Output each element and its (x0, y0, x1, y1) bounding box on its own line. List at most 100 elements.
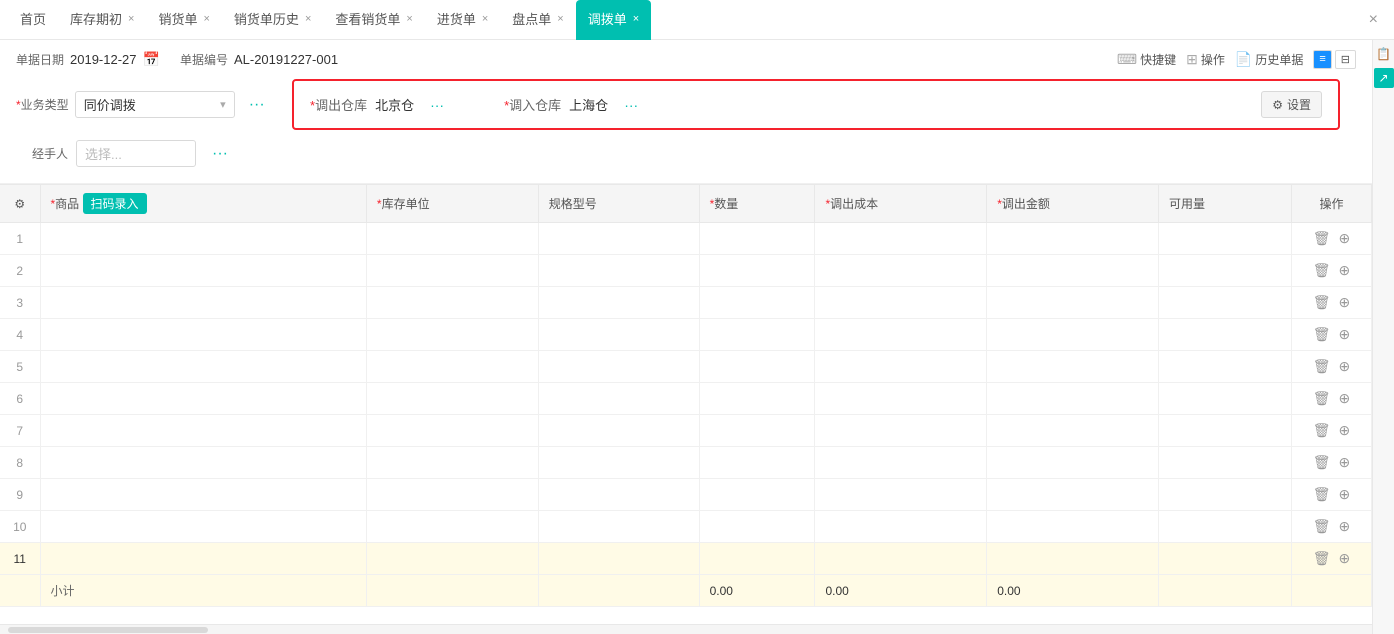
cell-spec[interactable] (538, 447, 699, 479)
copy-icon[interactable]: ⊕ (1339, 294, 1351, 311)
cell-qty[interactable] (699, 255, 815, 287)
cell-qty[interactable] (699, 223, 815, 255)
delete-icon[interactable]: 🗑 (1313, 390, 1331, 407)
cell-unit[interactable] (366, 511, 538, 543)
copy-icon[interactable]: ⊕ (1339, 262, 1351, 279)
copy-icon[interactable]: ⊕ (1339, 550, 1351, 567)
settings-button[interactable]: ⚙ 设置 (1261, 91, 1322, 118)
layout-btn-1[interactable]: ≡ (1313, 50, 1331, 69)
cell-unit[interactable] (366, 319, 538, 351)
tab-view-sales[interactable]: 查看销货单 × (323, 0, 424, 40)
cell-spec[interactable] (538, 543, 699, 575)
cell-spec[interactable] (538, 287, 699, 319)
close-tab-view-sales[interactable]: × (406, 13, 412, 25)
copy-icon[interactable]: ⊕ (1339, 422, 1351, 439)
tab-home[interactable]: 首页 (8, 0, 58, 40)
cell-amount[interactable] (987, 223, 1159, 255)
scrollbar-thumb[interactable] (8, 627, 208, 633)
warehouse-out-value[interactable]: 北京仓 (375, 95, 414, 114)
history-button[interactable]: 📄 历史单据 (1235, 51, 1303, 68)
cell-product[interactable] (40, 255, 366, 287)
cell-qty[interactable] (699, 543, 815, 575)
biz-type-select[interactable]: 同价调拨 ▾ (75, 91, 235, 118)
col-settings[interactable]: ⚙ (0, 185, 40, 223)
tab-inventory-check[interactable]: 盘点单 × (500, 0, 575, 40)
cell-cost[interactable] (815, 223, 987, 255)
cell-product[interactable] (40, 351, 366, 383)
cell-spec[interactable] (538, 319, 699, 351)
cell-unit[interactable] (366, 287, 538, 319)
cell-available[interactable] (1159, 511, 1292, 543)
cell-available[interactable] (1159, 447, 1292, 479)
cell-amount[interactable] (987, 447, 1159, 479)
close-tab-sales-history[interactable]: × (305, 13, 311, 25)
sidebar-expand-icon[interactable]: ↗ (1374, 68, 1394, 88)
scan-button[interactable]: 扫码录入 (83, 193, 147, 214)
cell-available[interactable] (1159, 351, 1292, 383)
copy-icon[interactable]: ⊕ (1339, 454, 1351, 471)
cell-product[interactable] (40, 543, 366, 575)
delete-icon[interactable]: 🗑 (1313, 518, 1331, 535)
tab-sales-history[interactable]: 销货单历史 × (222, 0, 323, 40)
cell-unit[interactable] (366, 255, 538, 287)
copy-icon[interactable]: ⊕ (1339, 486, 1351, 503)
cell-available[interactable] (1159, 223, 1292, 255)
delete-icon[interactable]: 🗑 (1313, 326, 1331, 343)
cell-qty[interactable] (699, 383, 815, 415)
tab-transfer-order[interactable]: 调拨单 × (576, 0, 651, 40)
cell-cost[interactable] (815, 415, 987, 447)
cell-available[interactable] (1159, 255, 1292, 287)
cell-amount[interactable] (987, 255, 1159, 287)
copy-icon[interactable]: ⊕ (1339, 230, 1351, 247)
tab-sales-order[interactable]: 销货单 × (146, 0, 221, 40)
cell-available[interactable] (1159, 383, 1292, 415)
cell-amount[interactable] (987, 511, 1159, 543)
close-tab-sales-order[interactable]: × (203, 13, 209, 25)
cell-qty[interactable] (699, 319, 815, 351)
cell-spec[interactable] (538, 351, 699, 383)
cell-qty[interactable] (699, 415, 815, 447)
cell-amount[interactable] (987, 351, 1159, 383)
cell-cost[interactable] (815, 543, 987, 575)
cell-available[interactable] (1159, 319, 1292, 351)
close-tab-inventory-init[interactable]: × (128, 13, 134, 25)
sidebar-doc-icon[interactable]: 📋 (1374, 44, 1394, 64)
warehouse-out-ellipsis[interactable]: ··· (430, 97, 444, 113)
delete-icon[interactable]: 🗑 (1313, 422, 1331, 439)
cell-product[interactable] (40, 415, 366, 447)
close-tab-purchase-order[interactable]: × (482, 13, 488, 25)
delete-icon[interactable]: 🗑 (1313, 454, 1331, 471)
handler-select[interactable]: 选择... (76, 140, 196, 167)
cell-spec[interactable] (538, 223, 699, 255)
cell-product[interactable] (40, 287, 366, 319)
tab-purchase-order[interactable]: 进货单 × (425, 0, 500, 40)
delete-icon[interactable]: 🗑 (1313, 358, 1331, 375)
cell-available[interactable] (1159, 287, 1292, 319)
layout-btn-2[interactable]: ⊟ (1335, 50, 1356, 69)
close-tab-transfer-order[interactable]: × (633, 13, 639, 25)
cell-unit[interactable] (366, 415, 538, 447)
cell-available[interactable] (1159, 415, 1292, 447)
cell-cost[interactable] (815, 447, 987, 479)
copy-icon[interactable]: ⊕ (1339, 358, 1351, 375)
cell-cost[interactable] (815, 383, 987, 415)
copy-icon[interactable]: ⊕ (1339, 390, 1351, 407)
cell-qty[interactable] (699, 351, 815, 383)
delete-icon[interactable]: 🗑 (1313, 294, 1331, 311)
operations-button[interactable]: ⊞ 操作 (1186, 51, 1225, 68)
handler-ellipsis[interactable]: ··· (212, 145, 228, 163)
cell-product[interactable] (40, 319, 366, 351)
cell-cost[interactable] (815, 511, 987, 543)
cell-available[interactable] (1159, 479, 1292, 511)
cell-cost[interactable] (815, 255, 987, 287)
cell-cost[interactable] (815, 479, 987, 511)
cell-amount[interactable] (987, 383, 1159, 415)
horizontal-scrollbar[interactable] (0, 624, 1372, 634)
cell-unit[interactable] (366, 479, 538, 511)
cell-cost[interactable] (815, 287, 987, 319)
cell-unit[interactable] (366, 383, 538, 415)
cell-amount[interactable] (987, 479, 1159, 511)
tab-inventory-init[interactable]: 库存期初 × (58, 0, 146, 40)
calendar-icon[interactable]: 📅 (143, 51, 160, 68)
warehouse-in-value[interactable]: 上海仓 (569, 95, 608, 114)
